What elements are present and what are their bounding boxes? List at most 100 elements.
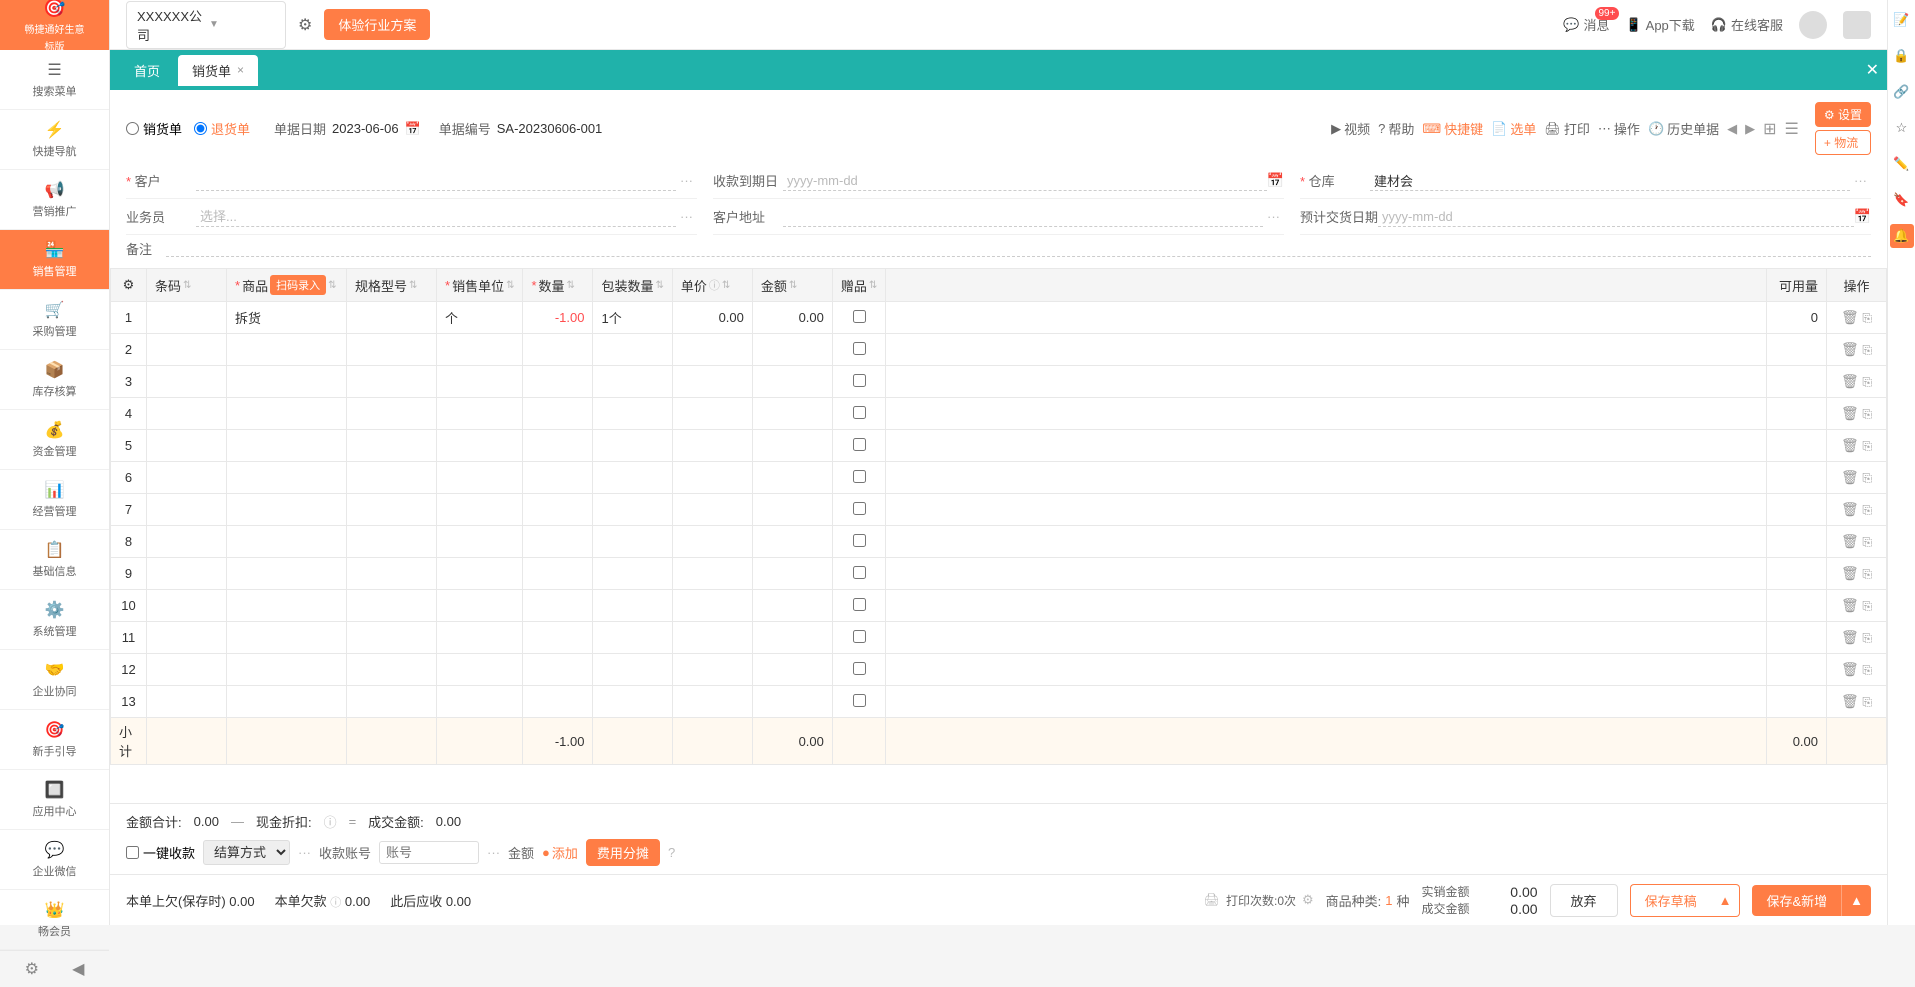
copy-row-button[interactable]: ⎘ <box>1862 343 1872 358</box>
spec-cell[interactable] <box>347 590 437 622</box>
product-cell[interactable] <box>227 430 347 462</box>
gift-checkbox[interactable] <box>853 310 866 323</box>
barcode-cell[interactable] <box>147 302 227 334</box>
amount-cell[interactable] <box>752 462 832 494</box>
copy-row-button[interactable]: ⎘ <box>1862 439 1872 454</box>
expense-split-button[interactable]: 费用分摊 <box>586 839 660 866</box>
sidebar-item-basics[interactable]: 📋 基础信息 <box>0 530 109 590</box>
tab-home[interactable]: 首页 <box>118 55 176 86</box>
qty-cell[interactable] <box>523 558 593 590</box>
barcode-input[interactable] <box>155 374 218 389</box>
due-date-calendar-icon[interactable]: 📅 <box>1267 172 1284 189</box>
salesperson-input[interactable] <box>196 207 676 227</box>
customer-input[interactable] <box>196 171 676 191</box>
barcode-input[interactable] <box>155 630 218 645</box>
settle-method-select[interactable]: 结算方式 <box>203 840 290 865</box>
rp-link-icon[interactable]: 🔗 <box>1890 80 1914 104</box>
sidebar-item-apps[interactable]: 🔲 应用中心 <box>0 770 109 830</box>
delete-row-button[interactable]: 🗑 <box>1841 597 1859 614</box>
app-download-button[interactable]: 📱 App下载 <box>1625 15 1694 34</box>
barcode-input[interactable] <box>155 470 218 485</box>
select-order-btn[interactable]: 📄 选单 <box>1491 119 1536 138</box>
product-cell[interactable] <box>227 686 347 718</box>
price-cell[interactable] <box>672 686 752 718</box>
delete-row-button[interactable]: 🗑 <box>1841 629 1859 646</box>
product-cell[interactable] <box>227 622 347 654</box>
video-btn[interactable]: ▶ 视频 <box>1331 119 1370 138</box>
copy-row-button[interactable]: ⎘ <box>1862 407 1872 422</box>
unit-cell[interactable] <box>437 558 523 590</box>
radio-return-input[interactable] <box>194 122 207 135</box>
product-cell[interactable] <box>227 494 347 526</box>
qty-cell[interactable] <box>523 622 593 654</box>
copy-row-button[interactable]: ⎘ <box>1862 311 1872 326</box>
sidebar-item-enterprise[interactable]: 🤝 企业协同 <box>0 650 109 710</box>
qty-cell[interactable]: -1.00 <box>523 302 593 334</box>
spec-cell[interactable] <box>347 302 437 334</box>
sidebar-item-member[interactable]: 👑 畅会员 <box>0 890 109 950</box>
price-cell[interactable] <box>672 398 752 430</box>
qty-cell[interactable] <box>523 494 593 526</box>
rp-edit-icon[interactable]: 📝 <box>1890 8 1914 32</box>
barcode-cell[interactable] <box>147 686 227 718</box>
sidebar-item-inventory[interactable]: 📦 库存核算 <box>0 350 109 410</box>
barcode-input[interactable] <box>155 534 218 549</box>
unit-cell[interactable]: 个 <box>437 302 523 334</box>
delete-row-button[interactable]: 🗑 <box>1841 309 1859 326</box>
unit-sort-icon[interactable]: ⇅ <box>506 280 514 291</box>
user-menu[interactable] <box>1843 11 1871 39</box>
copy-row-button[interactable]: ⎘ <box>1862 631 1872 646</box>
print-btn[interactable]: 🖨 打印 <box>1544 119 1590 138</box>
qty-cell[interactable] <box>523 654 593 686</box>
copy-row-button[interactable]: ⎘ <box>1862 503 1872 518</box>
gift-cell[interactable] <box>832 334 885 366</box>
gift-cell[interactable] <box>832 430 885 462</box>
date-calendar-icon[interactable]: 📅 <box>405 121 421 137</box>
gift-cell[interactable] <box>832 558 885 590</box>
product-cell[interactable] <box>227 334 347 366</box>
sidebar-item-marketing[interactable]: 📢 营销推广 <box>0 170 109 230</box>
unit-cell[interactable] <box>437 654 523 686</box>
gift-cell[interactable] <box>832 686 885 718</box>
pkgqty-cell[interactable] <box>593 494 672 526</box>
save-new-arrow-button[interactable]: ▲ <box>1842 885 1871 916</box>
amount-cell[interactable] <box>752 366 832 398</box>
barcode-cell[interactable] <box>147 398 227 430</box>
abandon-button[interactable]: 放弃 <box>1550 884 1618 917</box>
spec-cell[interactable] <box>347 686 437 718</box>
qty-cell[interactable] <box>523 430 593 462</box>
barcode-cell[interactable] <box>147 526 227 558</box>
th-setting[interactable]: ⚙ <box>111 269 147 302</box>
pkgqty-cell[interactable]: 1个 <box>593 302 672 334</box>
nav-next-icon[interactable]: ▶ <box>1745 121 1755 137</box>
qty-cell[interactable] <box>523 590 593 622</box>
barcode-cell[interactable] <box>147 366 227 398</box>
gift-checkbox[interactable] <box>853 502 866 515</box>
unit-cell[interactable] <box>437 462 523 494</box>
delete-row-button[interactable]: 🗑 <box>1841 341 1859 358</box>
amount-cell[interactable] <box>752 622 832 654</box>
qty-cell[interactable] <box>523 526 593 558</box>
barcode-cell[interactable] <box>147 462 227 494</box>
price-cell[interactable] <box>672 462 752 494</box>
spec-cell[interactable] <box>347 654 437 686</box>
warehouse-input[interactable] <box>1370 171 1850 191</box>
pkgqty-cell[interactable] <box>593 686 672 718</box>
barcode-cell[interactable] <box>147 494 227 526</box>
customer-dots-icon[interactable]: ··· <box>676 173 697 188</box>
sidebar-item-search-order[interactable]: ☰ 搜索菜单 <box>0 50 109 110</box>
pkgqty-cell[interactable] <box>593 654 672 686</box>
barcode-cell[interactable] <box>147 334 227 366</box>
tab-sales-order[interactable]: 销货单 × <box>178 55 258 86</box>
amount-cell[interactable] <box>752 526 832 558</box>
gift-cell[interactable] <box>832 462 885 494</box>
copy-row-button[interactable]: ⎘ <box>1862 471 1872 486</box>
gift-checkbox[interactable] <box>853 694 866 707</box>
save-new-button[interactable]: 保存&新增 <box>1752 885 1842 916</box>
price-cell[interactable] <box>672 494 752 526</box>
expected-date-calendar-icon[interactable]: 📅 <box>1854 208 1871 225</box>
copy-row-button[interactable]: ⎘ <box>1862 567 1872 582</box>
unit-cell[interactable] <box>437 590 523 622</box>
product-cell[interactable] <box>227 526 347 558</box>
table-settings-icon[interactable]: ⚙ <box>123 277 135 292</box>
